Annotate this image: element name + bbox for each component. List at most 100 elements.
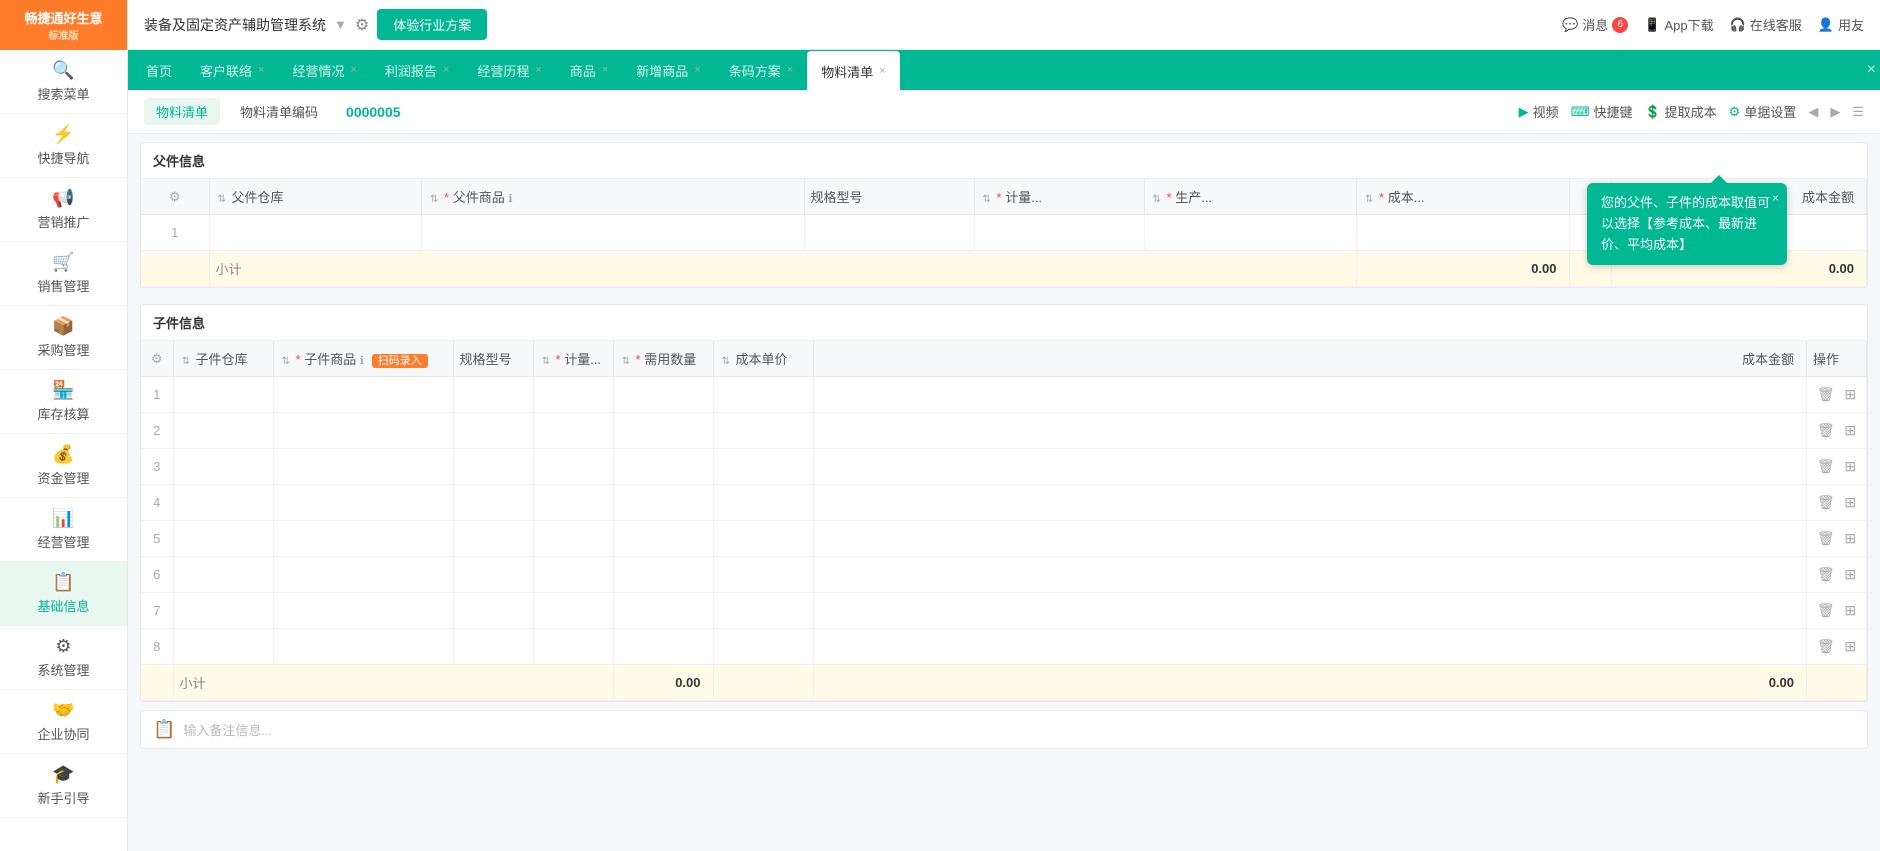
parent-unit-1[interactable] (974, 215, 1144, 251)
child-price-4[interactable] (713, 485, 813, 521)
delete-icon-7[interactable]: 🗑 (1817, 602, 1835, 618)
tab-history[interactable]: 经营历程 × (463, 50, 555, 90)
copy-icon-7[interactable]: ⊞ (1844, 602, 1856, 618)
child-warehouse-2[interactable] (173, 413, 273, 449)
sidebar-item-search[interactable]: 🔍 搜索菜单 (0, 50, 127, 114)
child-qty-1[interactable] (613, 377, 713, 413)
child-price-3[interactable] (713, 449, 813, 485)
tab-bom-close[interactable]: × (879, 65, 885, 77)
child-price-1[interactable] (713, 377, 813, 413)
child-product-1[interactable] (273, 377, 453, 413)
child-warehouse-8[interactable] (173, 629, 273, 665)
nav-prev[interactable]: ◀ (1808, 104, 1818, 120)
delete-icon-1[interactable]: 🗑 (1817, 386, 1835, 402)
copy-icon-5[interactable]: ⊞ (1844, 530, 1856, 546)
child-spec-5[interactable] (453, 521, 533, 557)
experience-button[interactable]: 体验行业方案 (377, 9, 487, 40)
tab-goods-close[interactable]: × (602, 64, 608, 76)
tooltip-close-button[interactable]: × (1772, 189, 1779, 208)
delete-icon-4[interactable]: 🗑 (1817, 494, 1835, 510)
tab-operation[interactable]: 经营情况 × (278, 50, 370, 90)
dropdown-arrow[interactable]: ▼ (334, 17, 347, 32)
child-price-8[interactable] (713, 629, 813, 665)
child-product-6[interactable] (273, 557, 453, 593)
user-item[interactable]: 👤 用友 (1818, 15, 1864, 34)
note-placeholder[interactable]: 输入备注信息... (183, 720, 272, 739)
child-warehouse-6[interactable] (173, 557, 273, 593)
tab-bom[interactable]: 物料清单 × (807, 51, 899, 91)
copy-icon-1[interactable]: ⊞ (1844, 386, 1856, 402)
online-service-item[interactable]: 🎧 在线客服 (1730, 15, 1802, 34)
parent-product-1[interactable] (422, 215, 805, 251)
child-qty-8[interactable] (613, 629, 713, 665)
child-qty-3[interactable] (613, 449, 713, 485)
tab-profit[interactable]: 利润报告 × (371, 50, 463, 90)
child-spec-1[interactable] (453, 377, 533, 413)
child-qty-6[interactable] (613, 557, 713, 593)
child-spec-3[interactable] (453, 449, 533, 485)
page-tab-bom[interactable]: 物料清单 (144, 98, 220, 125)
tab-operation-close[interactable]: × (350, 64, 356, 76)
sidebar-item-purchase[interactable]: 📦 采购管理 (0, 306, 127, 370)
video-item[interactable]: ▶ 视频 (1519, 102, 1559, 121)
tab-customer-close[interactable]: × (258, 64, 264, 76)
scan-badge[interactable]: 扫码录入 (372, 354, 428, 368)
list-view-icon[interactable]: ☰ (1852, 104, 1864, 120)
sidebar-item-inventory[interactable]: 🏪 库存核算 (0, 370, 127, 434)
child-spec-6[interactable] (453, 557, 533, 593)
child-price-7[interactable] (713, 593, 813, 629)
sidebar-item-system[interactable]: ⚙ 系统管理 (0, 626, 127, 690)
sidebar-item-operation[interactable]: 📊 经营管理 (0, 498, 127, 562)
delete-icon-6[interactable]: 🗑 (1817, 566, 1835, 582)
child-product-2[interactable] (273, 413, 453, 449)
sidebar-item-nav[interactable]: ⚡ 快捷导航 (0, 114, 127, 178)
child-spec-8[interactable] (453, 629, 533, 665)
child-unit-4[interactable] (533, 485, 613, 521)
child-spec-4[interactable] (453, 485, 533, 521)
copy-icon-4[interactable]: ⊞ (1844, 494, 1856, 510)
parent-warehouse-1[interactable] (209, 215, 422, 251)
tab-goods[interactable]: 商品 × (556, 50, 622, 90)
tab-barcode-close[interactable]: × (787, 64, 793, 76)
child-warehouse-1[interactable] (173, 377, 273, 413)
tab-home[interactable]: 首页 (132, 50, 186, 90)
tab-new-goods-close[interactable]: × (694, 64, 700, 76)
child-price-6[interactable] (713, 557, 813, 593)
single-settings-item[interactable]: ⚙ 单据设置 (1729, 102, 1797, 121)
delete-icon-3[interactable]: 🗑 (1817, 458, 1835, 474)
copy-icon-8[interactable]: ⊞ (1844, 638, 1856, 654)
cost-item[interactable]: 💲 提取成本 (1644, 102, 1716, 121)
delete-icon-2[interactable]: 🗑 (1817, 422, 1835, 438)
child-warehouse-4[interactable] (173, 485, 273, 521)
child-unit-3[interactable] (533, 449, 613, 485)
sidebar-item-collab[interactable]: 🤝 企业协同 (0, 690, 127, 754)
page-tab-code[interactable]: 物料清单编码 (228, 98, 330, 125)
tab-new-goods[interactable]: 新增商品 × (622, 50, 714, 90)
child-unit-5[interactable] (533, 521, 613, 557)
child-unit-7[interactable] (533, 593, 613, 629)
nav-next[interactable]: ▶ (1830, 104, 1840, 120)
copy-icon-6[interactable]: ⊞ (1844, 566, 1856, 582)
sidebar-item-guide[interactable]: 🎓 新手引导 (0, 754, 127, 818)
child-unit-1[interactable] (533, 377, 613, 413)
child-product-8[interactable] (273, 629, 453, 665)
child-unit-6[interactable] (533, 557, 613, 593)
child-qty-5[interactable] (613, 521, 713, 557)
tab-customer[interactable]: 客户联络 × (186, 50, 278, 90)
sidebar-item-finance[interactable]: 💰 资金管理 (0, 434, 127, 498)
parent-cost-1[interactable] (1357, 215, 1570, 251)
app-download-item[interactable]: 📱 App下载 (1644, 15, 1713, 34)
child-product-4[interactable] (273, 485, 453, 521)
tab-profit-close[interactable]: × (443, 64, 449, 76)
shortcut-item[interactable]: ⌨ 快捷键 (1571, 102, 1633, 121)
settings-gear-icon[interactable]: ⚙ (355, 15, 369, 35)
child-unit-8[interactable] (533, 629, 613, 665)
sidebar-item-marketing[interactable]: 📢 营销推广 (0, 178, 127, 242)
child-spec-2[interactable] (453, 413, 533, 449)
child-price-2[interactable] (713, 413, 813, 449)
delete-icon-5[interactable]: 🗑 (1817, 530, 1835, 546)
child-spec-7[interactable] (453, 593, 533, 629)
tab-history-close[interactable]: × (535, 64, 541, 76)
child-warehouse-3[interactable] (173, 449, 273, 485)
tab-barcode[interactable]: 条码方案 × (715, 50, 807, 90)
